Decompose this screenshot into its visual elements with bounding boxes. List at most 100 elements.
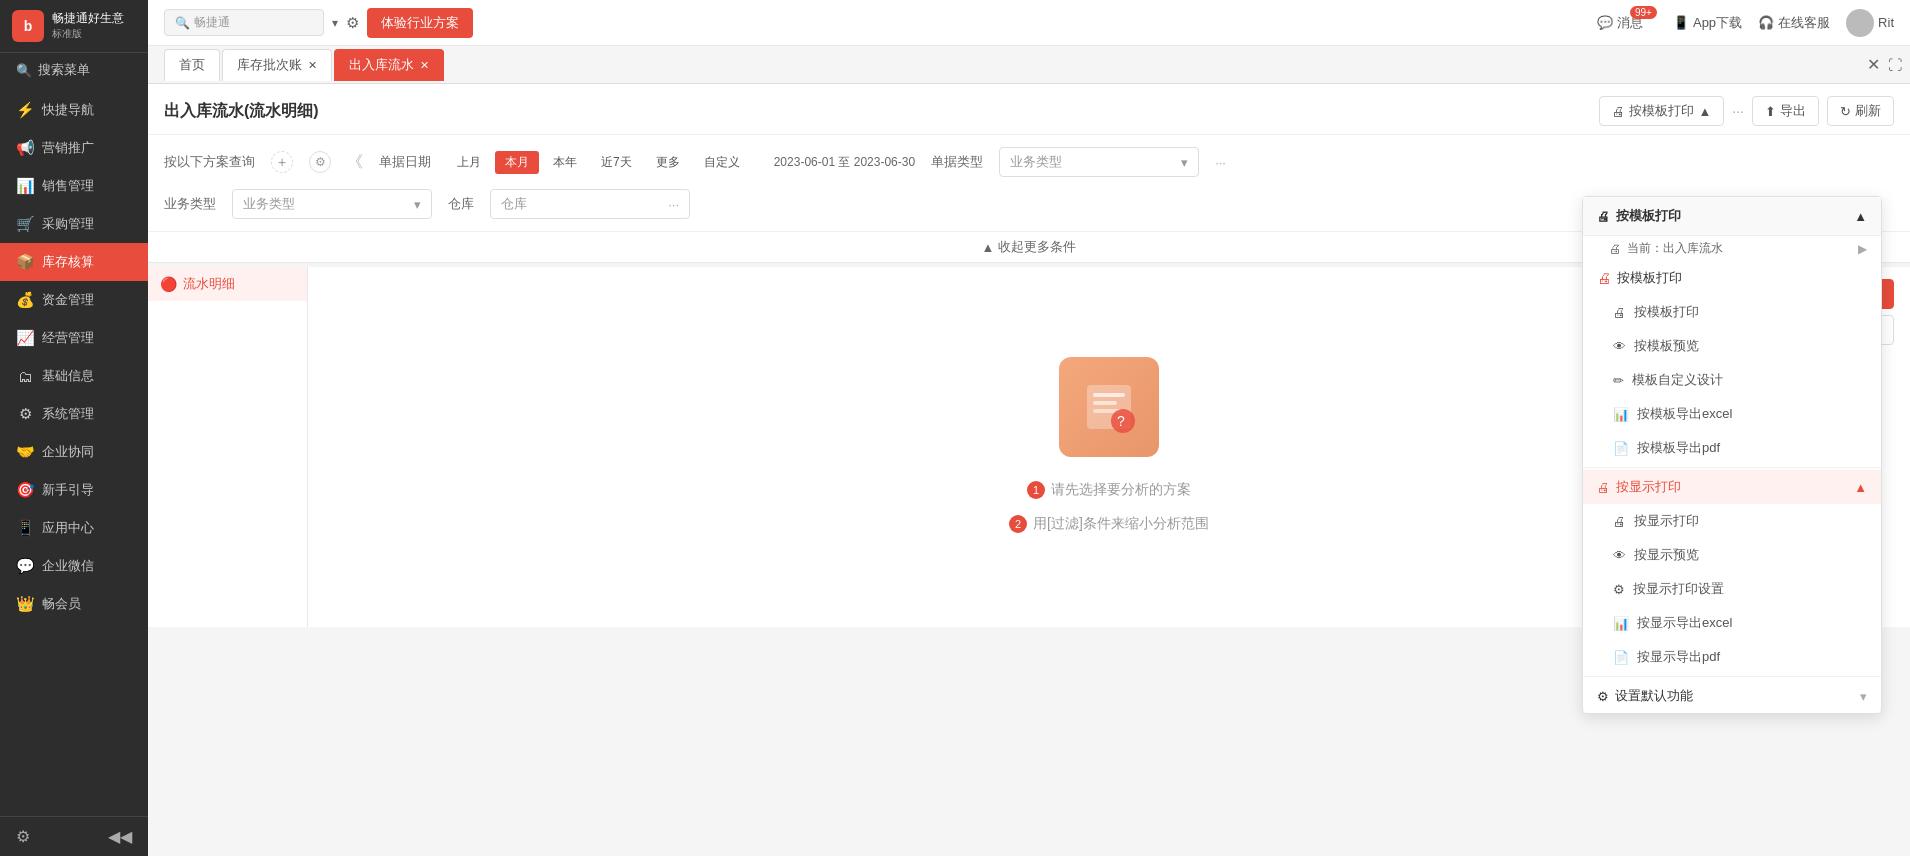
newbie-icon: 🎯: [16, 481, 34, 499]
doc-type-more-btn[interactable]: ···: [1215, 155, 1226, 170]
display-pdf-icon: 📄: [1613, 650, 1629, 665]
filter-add-btn[interactable]: +: [271, 151, 293, 173]
date-tab-year[interactable]: 本年: [543, 151, 587, 174]
display-excel-icon: 📊: [1613, 616, 1629, 631]
display-section-arrow: ▲: [1854, 480, 1867, 495]
tab-flow[interactable]: 出入库流水 ✕: [334, 49, 444, 81]
filter-collapse-left[interactable]: 《: [347, 152, 363, 173]
tab-flow-close[interactable]: ✕: [420, 59, 429, 72]
date-tab-current-month[interactable]: 本月: [495, 151, 539, 174]
sidebar-collapse-icon[interactable]: ◀◀: [108, 827, 132, 846]
export-btn[interactable]: ⬆ 导出: [1752, 96, 1819, 126]
tab-home[interactable]: 首页: [164, 49, 220, 81]
refresh-icon: ↻: [1840, 104, 1851, 119]
step-1-num: 1: [1027, 481, 1045, 499]
display-settings-item[interactable]: ⚙ 按显示打印设置: [1583, 572, 1881, 606]
online-service-btn[interactable]: 🎧 在线客服: [1758, 14, 1830, 32]
display-pdf-item[interactable]: 📄 按显示导出pdf: [1583, 640, 1881, 674]
date-tab-more[interactable]: 更多: [646, 151, 690, 174]
template-pdf-item[interactable]: 📄 按模板导出pdf: [1583, 431, 1881, 465]
sidebar-search[interactable]: 🔍 搜索菜单: [0, 53, 148, 87]
filter-settings-btn[interactable]: ⚙: [309, 151, 331, 173]
template-print-label: 按模板打印: [1634, 303, 1699, 321]
dropdown-arrow: ▲: [1854, 209, 1867, 224]
display-settings-label: 按显示打印设置: [1633, 580, 1724, 598]
display-preview-icon: 👁: [1613, 548, 1626, 563]
business-type-label: 业务类型: [164, 195, 216, 213]
page-actions: 🖨 按模板打印 ▲ ··· ⬆ 导出 ↻ 刷新: [1599, 96, 1894, 126]
sidebar-item-label: 采购管理: [42, 215, 94, 233]
app-name: 畅捷通好生意: [52, 11, 124, 27]
template-excel-item[interactable]: 📊 按模板导出excel: [1583, 397, 1881, 431]
page-content: 出入库流水(流水明细) 🖨 按模板打印 ▲ ··· ⬆ 导出 ↻ 刷新: [148, 84, 1910, 856]
app-logo: b 畅捷通好生意 标准版: [0, 0, 148, 53]
sidebar-item-finance[interactable]: 💰 资金管理: [0, 281, 148, 319]
user-name: Rit: [1878, 15, 1894, 30]
date-tab-prev-month[interactable]: 上月: [447, 151, 491, 174]
refresh-label: 刷新: [1855, 102, 1881, 120]
left-nav-item-flow-detail[interactable]: 🔴 流水明细: [148, 267, 307, 301]
sidebar-nav: ⚡ 快捷导航 📢 营销推广 📊 销售管理 🛒 采购管理 📦 库存核算 💰 资金管…: [0, 87, 148, 816]
sidebar-item-inventory[interactable]: 📦 库存核算: [0, 243, 148, 281]
collab-icon: 🤝: [16, 443, 34, 461]
current-template[interactable]: 🖨 当前：出入库流水 ▶: [1583, 236, 1881, 261]
refresh-btn[interactable]: ↻ 刷新: [1827, 96, 1894, 126]
business-type-select[interactable]: 业务类型 ▾: [232, 189, 432, 219]
current-arrow: ▶: [1858, 242, 1867, 256]
template-preview-item[interactable]: 👁 按模板预览: [1583, 329, 1881, 363]
sidebar-item-enterprise-collab[interactable]: 🤝 企业协同: [0, 433, 148, 471]
sidebar-item-basics[interactable]: 🗂 基础信息: [0, 357, 148, 395]
header-gear-icon[interactable]: ⚙: [346, 14, 359, 32]
trial-button[interactable]: 体验行业方案: [367, 8, 473, 38]
template-print-section[interactable]: 🖨 按模板打印: [1583, 261, 1881, 295]
window-close-icon[interactable]: ✕: [1867, 55, 1880, 74]
display-excel-label: 按显示导出excel: [1637, 614, 1732, 632]
left-nav-panel: 🔴 流水明细: [148, 267, 308, 627]
tab-batch-post[interactable]: 库存批次账 ✕: [222, 49, 332, 81]
app-download-btn[interactable]: 📱 App下载: [1673, 14, 1742, 32]
header-dropdown-btn[interactable]: ▾: [332, 16, 338, 30]
template-preview-icon: 👁: [1613, 339, 1626, 354]
doc-type-placeholder: 业务类型: [1010, 153, 1062, 171]
sidebar-item-app-center[interactable]: 📱 应用中心: [0, 509, 148, 547]
search-icon: 🔍: [16, 63, 32, 78]
date-tab-7days[interactable]: 近7天: [591, 151, 642, 174]
app-download-icon: 📱: [1673, 15, 1689, 30]
sidebar-item-enterprise-wechat[interactable]: 💬 企业微信: [0, 547, 148, 585]
tab-flow-label: 出入库流水: [349, 56, 414, 74]
tab-bar: 首页 库存批次账 ✕ 出入库流水 ✕ ✕ ⛶: [148, 46, 1910, 84]
date-tabs: 上月 本月 本年 近7天 更多 自定义: [447, 151, 750, 174]
sidebar-item-purchase[interactable]: 🛒 采购管理: [0, 205, 148, 243]
display-print-section[interactable]: 🖨 按显示打印 ▲: [1583, 470, 1881, 504]
sidebar-item-member[interactable]: 👑 畅会员: [0, 585, 148, 623]
sidebar-item-marketing[interactable]: 📢 营销推广: [0, 129, 148, 167]
tab-batch-post-close[interactable]: ✕: [308, 59, 317, 72]
actions-more-btn[interactable]: ···: [1732, 103, 1744, 119]
message-btn[interactable]: 💬 消息 99+: [1597, 14, 1643, 32]
step-1-text: 请先选择要分析的方案: [1051, 481, 1191, 499]
sidebar-item-newbie[interactable]: 🎯 新手引导: [0, 471, 148, 509]
doc-type-select[interactable]: 业务类型 ▾: [999, 147, 1199, 177]
wechat-icon: 💬: [16, 557, 34, 575]
sidebar-item-operations[interactable]: 📈 经营管理: [0, 319, 148, 357]
sidebar-item-system[interactable]: ⚙ 系统管理: [0, 395, 148, 433]
display-print-item[interactable]: 🖨 按显示打印: [1583, 504, 1881, 538]
display-excel-item[interactable]: 📊 按显示导出excel: [1583, 606, 1881, 640]
window-expand-icon[interactable]: ⛶: [1888, 57, 1902, 73]
export-icon: ⬆: [1765, 104, 1776, 119]
date-tab-custom[interactable]: 自定义: [694, 151, 750, 174]
display-preview-item[interactable]: 👁 按显示预览: [1583, 538, 1881, 572]
user-avatar[interactable]: Rit: [1846, 9, 1894, 37]
template-print-item[interactable]: 🖨 按模板打印: [1583, 295, 1881, 329]
purchase-icon: 🛒: [16, 215, 34, 233]
header-search-box[interactable]: 🔍 畅捷通: [164, 9, 324, 36]
warehouse-select[interactable]: 仓库 ···: [490, 189, 690, 219]
print-template-btn[interactable]: 🖨 按模板打印 ▲: [1599, 96, 1724, 126]
sidebar-item-sales[interactable]: 📊 销售管理: [0, 167, 148, 205]
sidebar-item-quick-nav[interactable]: ⚡ 快捷导航: [0, 91, 148, 129]
print-dropdown-panel: 🖨 按模板打印 ▲ 🖨 当前：出入库流水 ▶ 🖨: [1582, 196, 1882, 714]
default-feature-section[interactable]: ⚙ 设置默认功能 ▾: [1583, 679, 1881, 713]
sidebar-settings-icon[interactable]: ⚙: [16, 827, 30, 846]
template-custom-item[interactable]: ✏ 模板自定义设计: [1583, 363, 1881, 397]
warehouse-more: ···: [668, 197, 679, 212]
